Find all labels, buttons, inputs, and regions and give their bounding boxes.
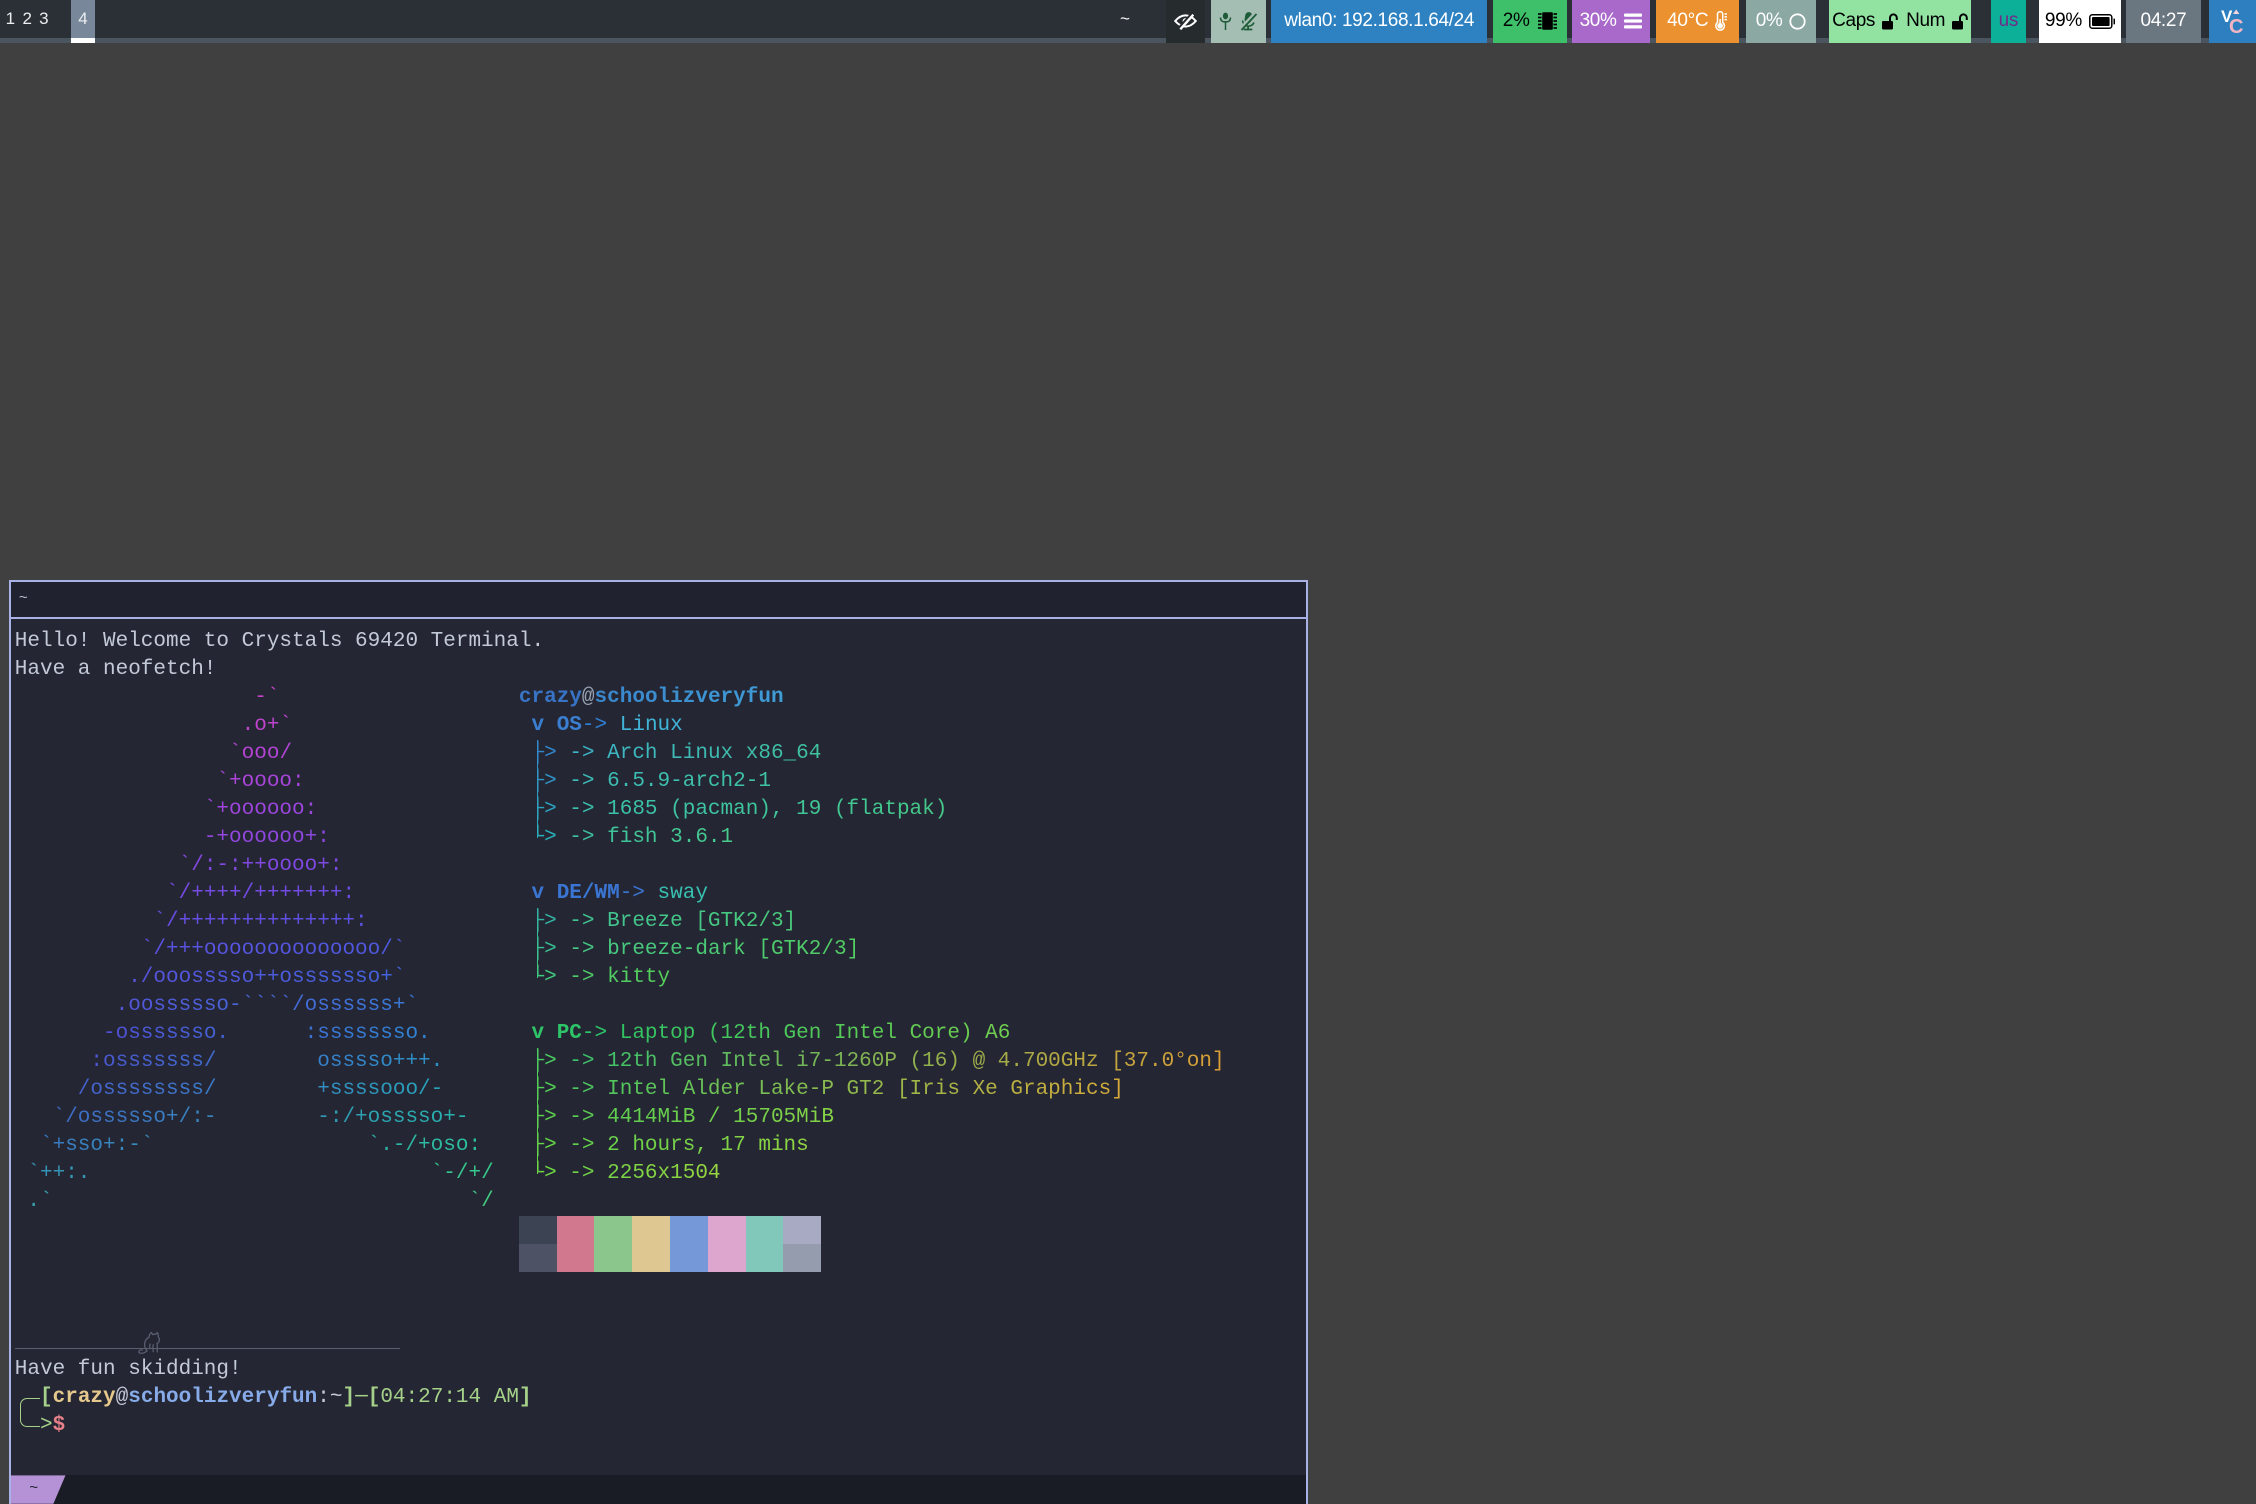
svg-text:C: C	[2229, 16, 2243, 38]
